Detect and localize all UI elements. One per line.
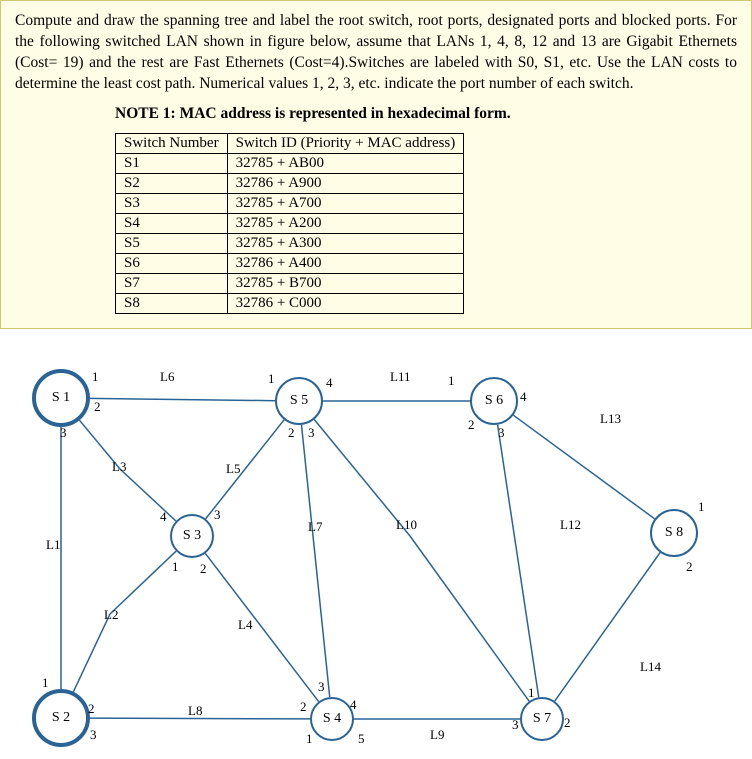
- port-label: 1: [698, 499, 705, 515]
- table-cell: S3: [116, 193, 228, 213]
- port-label: 2: [300, 699, 307, 715]
- table-cell: 32785 + A200: [227, 213, 464, 233]
- table-header-1: Switch ID (Priority + MAC address): [227, 133, 464, 153]
- lan-label: L1: [46, 537, 60, 553]
- port-label: 2: [288, 425, 295, 441]
- table-row: S232786 + A900: [116, 173, 464, 193]
- lan-label: L12: [560, 517, 581, 533]
- lan-label: L4: [238, 617, 252, 633]
- table-cell: 32786 + A400: [227, 253, 464, 273]
- table-cell: 32786 + A900: [227, 173, 464, 193]
- lan-label: L5: [226, 461, 240, 477]
- port-label: 1: [448, 373, 455, 389]
- port-label: 5: [358, 731, 365, 747]
- port-label: 1: [306, 731, 313, 747]
- port-label: 1: [42, 675, 49, 691]
- table-row: S732785 + B700: [116, 273, 464, 293]
- port-label: 2: [468, 417, 475, 433]
- table-cell: S2: [116, 173, 228, 193]
- lan-label: L3: [112, 459, 126, 475]
- port-label: 3: [308, 425, 315, 441]
- port-label: 1: [528, 685, 535, 701]
- port-label: 3: [512, 717, 519, 733]
- switch-table: Switch Number Switch ID (Priority + MAC …: [115, 133, 464, 314]
- table-cell: S7: [116, 273, 228, 293]
- lan-label: L7: [308, 519, 322, 535]
- switch-node-s6: S 6: [470, 377, 518, 425]
- table-cell: 32785 + AB00: [227, 153, 464, 173]
- table-row: S132785 + AB00: [116, 153, 464, 173]
- port-label: 2: [200, 561, 207, 577]
- problem-text: Compute and draw the spanning tree and l…: [15, 11, 737, 95]
- lan-label: L13: [600, 411, 621, 427]
- lan-label: L9: [430, 727, 444, 743]
- switch-node-s2: S 2: [32, 689, 90, 747]
- port-label: 4: [350, 697, 357, 713]
- port-label: 3: [498, 425, 505, 441]
- table-cell: S5: [116, 233, 228, 253]
- port-label: 2: [686, 559, 693, 575]
- table-cell: 32785 + A700: [227, 193, 464, 213]
- lan-label: L10: [396, 517, 417, 533]
- table-header-0: Switch Number: [116, 133, 228, 153]
- table-cell: 32786 + C000: [227, 293, 464, 313]
- lan-label: L2: [104, 607, 118, 623]
- port-label: 1: [92, 369, 99, 385]
- network-diagram: S 1S 5S 6S 3S 8S 2S 4S 7 123142312434312…: [0, 359, 752, 759]
- table-cell: 32785 + B700: [227, 273, 464, 293]
- port-label: 1: [172, 559, 179, 575]
- switch-node-s4: S 4: [310, 697, 354, 741]
- table-cell: 32785 + A300: [227, 233, 464, 253]
- switch-node-s7: S 7: [520, 697, 564, 741]
- switch-node-s5: S 5: [275, 377, 323, 425]
- port-label: 4: [520, 389, 527, 405]
- port-label: 3: [214, 507, 221, 523]
- lan-label: L14: [640, 659, 661, 675]
- lan-label: L11: [390, 369, 410, 385]
- port-label: 1: [268, 371, 275, 387]
- port-label: 2: [564, 715, 571, 731]
- table-cell: S1: [116, 153, 228, 173]
- table-row: S832786 + C000: [116, 293, 464, 313]
- port-label: 3: [60, 425, 67, 441]
- lan-label: L6: [160, 369, 174, 385]
- table-row: S632786 + A400: [116, 253, 464, 273]
- switch-node-s1: S 1: [32, 369, 90, 427]
- problem-statement: Compute and draw the spanning tree and l…: [0, 0, 752, 329]
- switch-node-s3: S 3: [170, 514, 214, 558]
- table-cell: S6: [116, 253, 228, 273]
- diagram-edges: [0, 359, 752, 759]
- lan-label: L8: [188, 703, 202, 719]
- port-label: 3: [90, 727, 97, 743]
- switch-node-s8: S 8: [650, 509, 698, 557]
- port-label: 3: [318, 679, 325, 695]
- table-row: S532785 + A300: [116, 233, 464, 253]
- table-row: S432785 + A200: [116, 213, 464, 233]
- port-label: 4: [160, 509, 167, 525]
- table-cell: S8: [116, 293, 228, 313]
- table-cell: S4: [116, 213, 228, 233]
- port-label: 2: [88, 701, 95, 717]
- port-label: 2: [94, 399, 101, 415]
- table-row: S332785 + A700: [116, 193, 464, 213]
- note-line: NOTE 1: MAC address is represented in he…: [115, 105, 737, 123]
- port-label: 4: [326, 375, 333, 391]
